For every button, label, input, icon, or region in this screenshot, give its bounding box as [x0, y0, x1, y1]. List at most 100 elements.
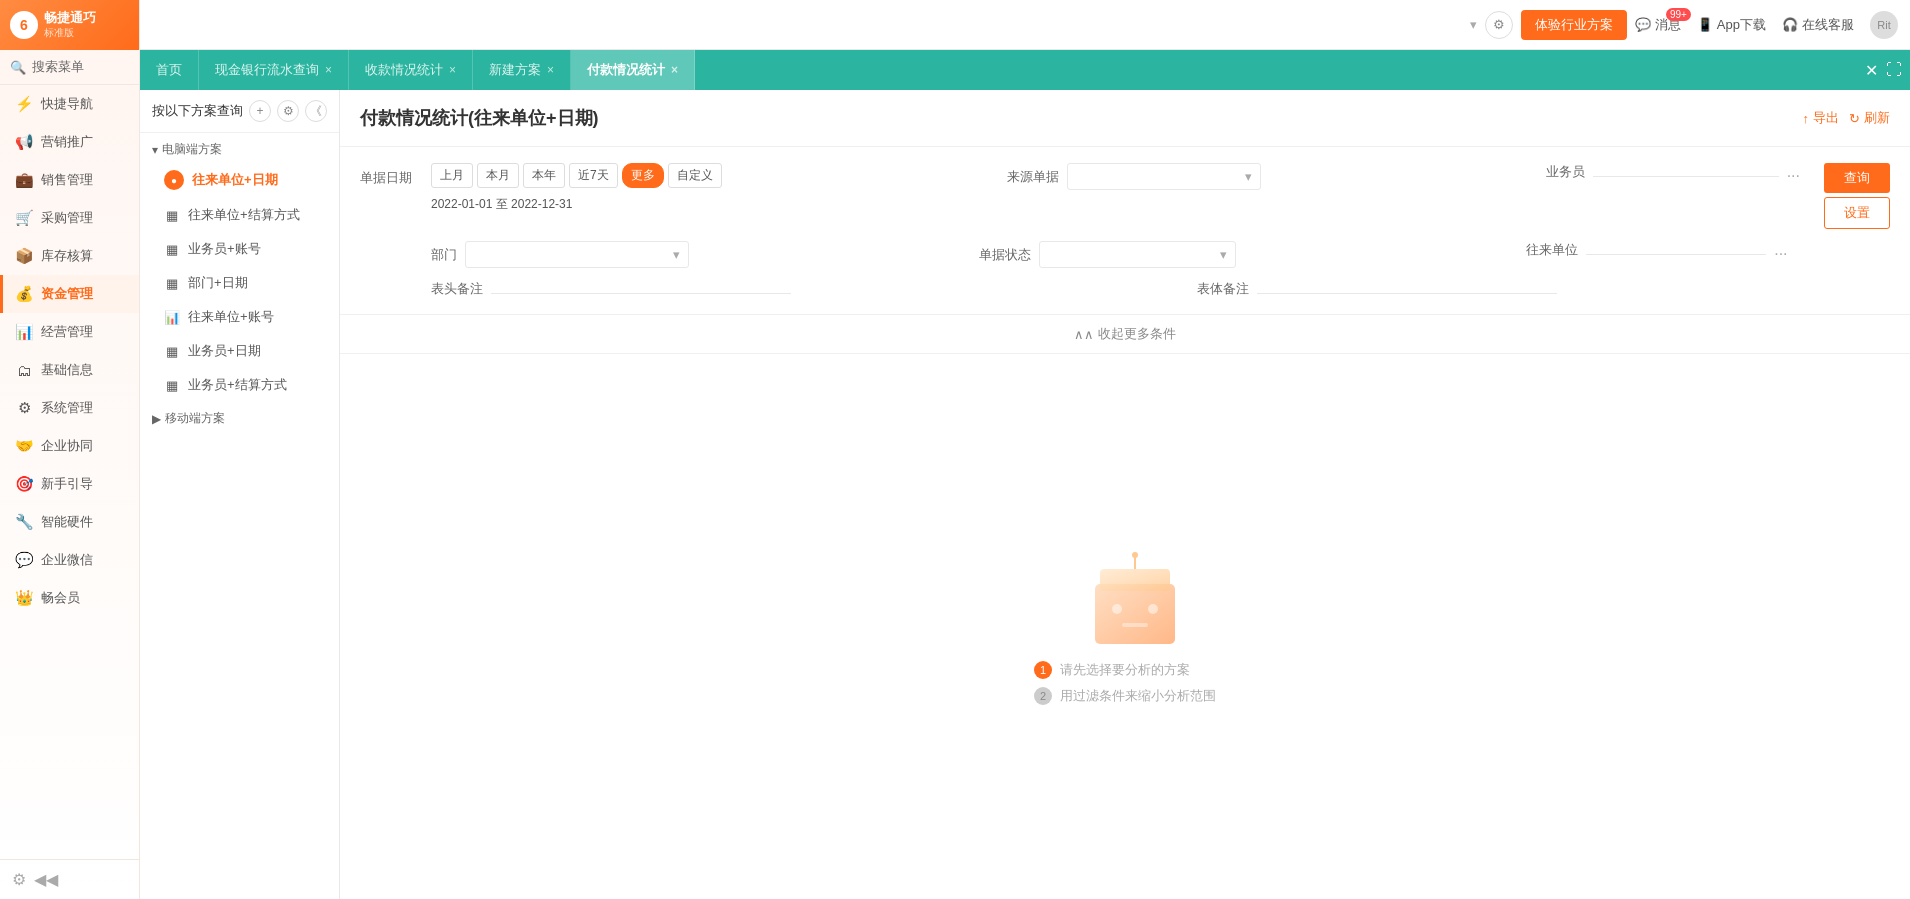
date-btn-this-year[interactable]: 本年 — [523, 163, 565, 188]
header-note-input[interactable] — [491, 285, 791, 294]
breadcrumb-arrow[interactable]: ▾ — [1470, 17, 1477, 32]
tab-payment-stats[interactable]: 付款情况统计 × — [571, 50, 695, 90]
panel-item-dept-date[interactable]: ▦ 部门+日期 — [140, 266, 339, 300]
marketing-icon: 📢 — [15, 133, 33, 151]
sidebar-item-finance[interactable]: 💰 资金管理 — [0, 275, 139, 313]
sidebar-item-label: 销售管理 — [41, 171, 93, 189]
tip-num-2: 2 — [1034, 687, 1052, 705]
sidebar-item-basic[interactable]: 🗂 基础信息 — [0, 351, 139, 389]
sidebar-item-label: 经营管理 — [41, 323, 93, 341]
query-btn[interactable]: 查询 — [1824, 163, 1890, 193]
sidebar-item-collab[interactable]: 🤝 企业协同 — [0, 427, 139, 465]
tab-home[interactable]: 首页 — [140, 50, 199, 90]
pc-section-title[interactable]: ▾ 电脑端方案 — [140, 133, 339, 162]
sidebar-item-label: 畅会员 — [41, 589, 80, 607]
sidebar-item-weixin[interactable]: 💬 企业微信 — [0, 541, 139, 579]
refresh-btn[interactable]: ↻ 刷新 — [1849, 109, 1890, 127]
panel-collapse-btn[interactable]: 《 — [305, 100, 327, 122]
tip-text-1: 请先选择要分析的方案 — [1060, 661, 1190, 679]
dept-date-label: 部门+日期 — [188, 274, 248, 292]
unit-date-active-icon: ● — [164, 170, 184, 190]
inventory-icon: 📦 — [15, 247, 33, 265]
tab-receivable[interactable]: 收款情况统计 × — [349, 50, 473, 90]
source-select-arrow: ▾ — [1245, 169, 1252, 184]
body-note-input[interactable] — [1257, 285, 1557, 294]
service-icon: 🎧 — [1782, 17, 1798, 32]
collapse-filter-btn[interactable]: ∧∧ 收起更多条件 — [340, 315, 1910, 354]
search-menu[interactable]: 🔍 搜索菜单 — [0, 50, 139, 85]
member-icon: 👑 — [15, 589, 33, 607]
sidebar-item-member[interactable]: 👑 畅会员 — [0, 579, 139, 617]
topbar-settings-btn[interactable]: ⚙ — [1485, 11, 1513, 39]
unit-settle-icon: ▦ — [164, 207, 180, 223]
panel-item-unit-settle[interactable]: ▦ 往来单位+结算方式 — [140, 198, 339, 232]
refresh-label: 刷新 — [1864, 109, 1890, 127]
sidebar-item-quick-nav[interactable]: ⚡ 快捷导航 — [0, 85, 139, 123]
panel-settings-btn[interactable]: ⚙ — [277, 100, 299, 122]
sidebar-item-inventory[interactable]: 📦 库存核算 — [0, 237, 139, 275]
settings-bottom-icon[interactable]: ⚙ — [12, 870, 26, 889]
refresh-icon: ↻ — [1849, 111, 1860, 126]
status-select[interactable]: ▾ — [1039, 241, 1237, 268]
tab-close-all-icon[interactable]: ✕ — [1865, 61, 1878, 80]
mobile-section-title[interactable]: ▶ 移动端方案 — [140, 402, 339, 431]
tip-text-2: 用过滤条件来缩小分析范围 — [1060, 687, 1216, 705]
sidebar-item-system[interactable]: ⚙ 系统管理 — [0, 389, 139, 427]
tab-maximize-icon[interactable]: ⛶ — [1886, 61, 1902, 79]
sidebar-item-purchase[interactable]: 🛒 采购管理 — [0, 199, 139, 237]
date-btn-custom[interactable]: 自定义 — [668, 163, 722, 188]
receivable-tab-close[interactable]: × — [449, 63, 456, 77]
mobile-section-label: 移动端方案 — [165, 410, 225, 427]
payment-stats-tab-close[interactable]: × — [671, 63, 678, 77]
home-tab-label: 首页 — [156, 61, 182, 79]
trial-btn[interactable]: 体验行业方案 — [1521, 10, 1627, 40]
service-btn[interactable]: 🎧 在线客服 — [1782, 16, 1854, 34]
empty-illustration — [1075, 549, 1175, 649]
unit-settle-label: 往来单位+结算方式 — [188, 206, 300, 224]
sidebar-item-hardware[interactable]: 🔧 智能硬件 — [0, 503, 139, 541]
sidebar-item-operations[interactable]: 📊 经营管理 — [0, 313, 139, 351]
date-btn-more[interactable]: 更多 — [622, 163, 664, 188]
tabs-actions: ✕ ⛶ — [1857, 50, 1910, 90]
unit-ellipsis-btn[interactable]: ... — [1774, 241, 1787, 259]
date-btn-7days[interactable]: 近7天 — [569, 163, 618, 188]
sidebar-item-label: 新手引导 — [41, 475, 93, 493]
panel-item-unit-date[interactable]: ● 往来单位+日期 — [140, 162, 339, 198]
sidebar-item-sales[interactable]: 💼 销售管理 — [0, 161, 139, 199]
user-avatar[interactable]: Rit — [1870, 11, 1898, 39]
collapse-label: 收起更多条件 — [1098, 325, 1176, 343]
header-note-label: 表头备注 — [431, 280, 483, 298]
download-btn[interactable]: 📱 App下载 — [1697, 16, 1766, 34]
page-body: 按以下方案查询 + ⚙ 《 ▾ 电脑端方案 ● 往来单位+日期 ▦ 往来单位+结… — [140, 90, 1910, 899]
quick-nav-icon: ⚡ — [15, 95, 33, 113]
source-select[interactable]: ▾ — [1067, 163, 1261, 190]
staff-input[interactable] — [1593, 168, 1778, 177]
dept-select[interactable]: ▾ — [465, 241, 689, 268]
panel-item-unit-account[interactable]: 📊 往来单位+账号 — [140, 300, 339, 334]
date-btn-last-month[interactable]: 上月 — [431, 163, 473, 188]
sidebar-item-marketing[interactable]: 📢 营销推广 — [0, 123, 139, 161]
panel-add-btn[interactable]: + — [249, 100, 271, 122]
download-icon: 📱 — [1697, 17, 1713, 32]
new-plan-tab-close[interactable]: × — [547, 63, 554, 77]
collapse-sidebar-icon[interactable]: ◀◀ — [34, 870, 58, 889]
date-btn-this-month[interactable]: 本月 — [477, 163, 519, 188]
body-note-col: 表体备注 — [1197, 280, 1891, 298]
cash-flow-tab-close[interactable]: × — [325, 63, 332, 77]
logo-icon: 6 — [10, 11, 38, 39]
tab-cash-flow[interactable]: 现金银行流水查询 × — [199, 50, 349, 90]
tab-new-plan[interactable]: 新建方案 × — [473, 50, 571, 90]
staff-ellipsis-btn[interactable]: ... — [1787, 163, 1800, 181]
panel-item-staff-account[interactable]: ▦ 业务员+账号 — [140, 232, 339, 266]
pc-section-label: 电脑端方案 — [162, 141, 222, 158]
panel-item-staff-settle[interactable]: ▦ 业务员+结算方式 — [140, 368, 339, 402]
sidebar-item-guide[interactable]: 🎯 新手引导 — [0, 465, 139, 503]
export-btn[interactable]: ↑ 导出 — [1803, 109, 1840, 127]
filter-settings-btn[interactable]: 设置 — [1824, 197, 1890, 229]
messages-btn[interactable]: 💬 消息 99+ — [1635, 16, 1681, 34]
panel-item-staff-date[interactable]: ▦ 业务员+日期 — [140, 334, 339, 368]
filter-area: 单据日期 上月 本月 本年 近7天 更多 自定义 2022-01-01 至 20… — [340, 147, 1910, 315]
operations-icon: 📊 — [15, 323, 33, 341]
page-titlebar: 付款情况统计(往来单位+日期) ↑ 导出 ↻ 刷新 — [340, 90, 1910, 147]
unit-input[interactable] — [1586, 246, 1766, 255]
